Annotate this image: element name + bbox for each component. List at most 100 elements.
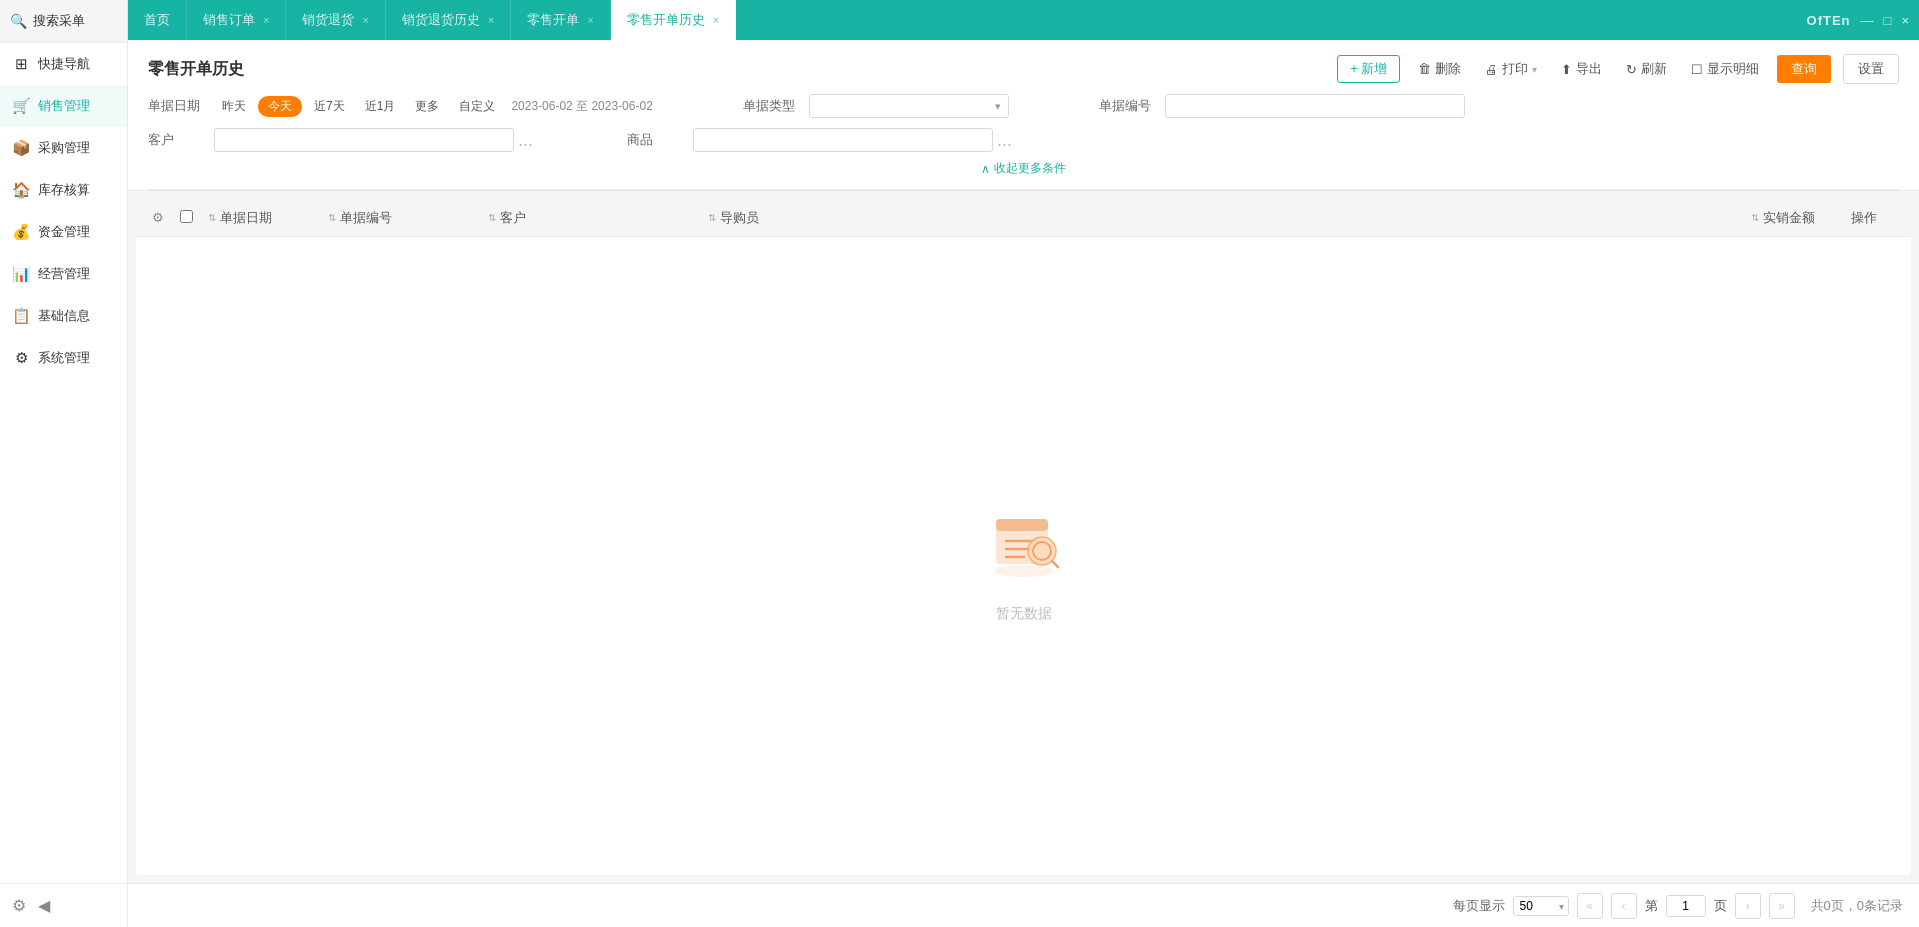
- filter-section-customer: 客户 ...: [148, 128, 537, 152]
- page-label: 页: [1714, 897, 1727, 915]
- product-select-icon[interactable]: ...: [993, 130, 1016, 151]
- window-minimize[interactable]: —: [1861, 13, 1874, 28]
- tab-retail-open[interactable]: 零售开单 ×: [511, 0, 610, 40]
- refresh-button[interactable]: ↻ 刷新: [1620, 56, 1673, 82]
- filter-section-product: 商品 ...: [627, 128, 1016, 152]
- filter-row-2: 客户 ... 商品 ...: [148, 128, 1899, 152]
- add-button[interactable]: + 新增: [1337, 55, 1400, 83]
- prev-page-btn[interactable]: ‹: [1611, 893, 1637, 919]
- customer-filter-label: 客户: [148, 131, 208, 149]
- tab-sales-return-history-close[interactable]: ×: [488, 14, 494, 26]
- col-header-num[interactable]: ⇅ 单据编号: [320, 209, 480, 227]
- svg-line-8: [1052, 561, 1058, 567]
- tab-sales-order[interactable]: 销售订单 ×: [187, 0, 286, 40]
- product-input[interactable]: [693, 128, 993, 152]
- checkbox-display-icon: ☐: [1691, 62, 1703, 77]
- inventory-icon: 🏠: [12, 181, 30, 199]
- col-client-sort-icon: ⇅: [488, 212, 496, 223]
- sidebar-item-purchase-mgmt[interactable]: 📦 采购管理: [0, 127, 127, 169]
- delete-button[interactable]: 🗑 删除: [1412, 56, 1467, 82]
- base-info-icon: 📋: [12, 307, 30, 325]
- sidebar-item-sales-mgmt[interactable]: 🛒 销售管理: [0, 85, 127, 127]
- col-date-sort-icon: ⇅: [208, 212, 216, 223]
- tab-retail-history[interactable]: 零售开单历史 ×: [611, 0, 736, 40]
- date-custom[interactable]: 自定义: [451, 96, 503, 117]
- tab-sales-order-close[interactable]: ×: [263, 14, 269, 26]
- filter-section-date: 单据日期 昨天 今天 近7天 近1月 更多 自定义 2023-06-02 至 2…: [148, 96, 653, 117]
- page-title: 零售开单历史: [148, 59, 244, 80]
- window-maximize[interactable]: □: [1884, 13, 1892, 28]
- tab-retail-history-close[interactable]: ×: [713, 14, 719, 26]
- finance-icon: 💰: [12, 223, 30, 241]
- export-button[interactable]: ⬆ 导出: [1555, 56, 1608, 82]
- sidebar-item-inventory[interactable]: 🏠 库存核算: [0, 169, 127, 211]
- window-close[interactable]: ×: [1901, 13, 1909, 28]
- sidebar-item-operations[interactable]: 📊 经营管理: [0, 253, 127, 295]
- doctype-select-wrapper: [809, 94, 1009, 118]
- table-settings-icon[interactable]: ⚙: [144, 210, 172, 225]
- date-filter-group: 昨天 今天 近7天 近1月 更多 自定义: [214, 96, 503, 117]
- date-yesterday[interactable]: 昨天: [214, 96, 254, 117]
- sidebar-item-finance[interactable]: 💰 资金管理: [0, 211, 127, 253]
- settings-footer-icon[interactable]: ⚙: [12, 896, 26, 915]
- page-input[interactable]: [1666, 895, 1706, 917]
- filter-area: 单据日期 昨天 今天 近7天 近1月 更多 自定义 2023-06-02 至 2…: [148, 94, 1899, 190]
- table-area: ⚙ ⇅ 单据日期 ⇅ 单据编号 ⇅ 客户 ⇅ 导购员: [136, 199, 1911, 875]
- collapse-filter-btn[interactable]: ∧ 收起更多条件: [148, 156, 1899, 179]
- sidebar-item-base-info[interactable]: 📋 基础信息: [0, 295, 127, 337]
- empty-text: 暂无数据: [996, 605, 1052, 623]
- display-detail-button[interactable]: ☐ 显示明细: [1685, 56, 1765, 82]
- first-page-btn[interactable]: «: [1577, 893, 1603, 919]
- product-filter-label: 商品: [627, 131, 687, 149]
- sidebar-item-label: 库存核算: [38, 181, 90, 199]
- sidebar-item-label: 基础信息: [38, 307, 90, 325]
- next-page-btn[interactable]: ›: [1735, 893, 1761, 919]
- collapse-sidebar-icon[interactable]: ◀: [38, 896, 50, 915]
- sidebar-item-label: 销售管理: [38, 97, 90, 115]
- date-last1m[interactable]: 近1月: [357, 96, 404, 117]
- docnum-filter-label: 单据编号: [1099, 97, 1159, 115]
- settings-button[interactable]: 设置: [1843, 54, 1899, 84]
- col-header-amount[interactable]: ⇅ 实销金额: [1743, 209, 1843, 227]
- sidebar-search[interactable]: 🔍 搜索采单: [0, 0, 127, 43]
- print-button[interactable]: 🖨 🖨 打印 打印 ▾: [1479, 56, 1543, 82]
- query-button[interactable]: 查询: [1777, 55, 1831, 83]
- sidebar-item-sys-mgmt[interactable]: ⚙ 系统管理: [0, 337, 127, 379]
- filter-section-docnum: 单据编号: [1099, 94, 1465, 118]
- sidebar: 🔍 搜索采单 ⊞ 快捷导航 🛒 销售管理 📦 采购管理 🏠 库存核算 💰 资金管…: [0, 0, 128, 927]
- tab-retail-open-close[interactable]: ×: [587, 14, 593, 26]
- pagination-info: 共0页，0条记录: [1811, 897, 1903, 915]
- date-range-value: 2023-06-02 至 2023-06-02: [511, 98, 652, 115]
- per-page-select[interactable]: 50 10 20 100: [1513, 896, 1569, 916]
- doctype-select[interactable]: [809, 94, 1009, 118]
- page-title-row: 零售开单历史 + 新增 🗑 删除 🖨 🖨 打印 打印 ▾ ⬆ 导出: [148, 54, 1899, 84]
- col-guide-sort-icon: ⇅: [708, 212, 716, 223]
- col-amount-sort-icon: ⇅: [1751, 212, 1759, 223]
- tab-sales-return-history[interactable]: 销货退货历史 ×: [386, 0, 511, 40]
- select-all-checkbox[interactable]: [180, 210, 193, 223]
- col-header-guide[interactable]: ⇅ 导购员: [700, 209, 820, 227]
- col-header-date[interactable]: ⇅ 单据日期: [200, 209, 320, 227]
- empty-svg-icon: [974, 489, 1074, 589]
- tab-sales-return-close[interactable]: ×: [362, 14, 368, 26]
- customer-input[interactable]: [214, 128, 514, 152]
- col-header-client[interactable]: ⇅ 客户: [480, 209, 700, 227]
- date-today[interactable]: 今天: [258, 96, 302, 117]
- sidebar-item-label: 资金管理: [38, 223, 90, 241]
- content-area: 零售开单历史 + 新增 🗑 删除 🖨 🖨 打印 打印 ▾ ⬆ 导出: [128, 40, 1919, 927]
- quick-nav-icon: ⊞: [12, 55, 30, 73]
- customer-select-icon[interactable]: ...: [514, 130, 537, 151]
- last-page-btn[interactable]: »: [1769, 893, 1795, 919]
- date-more[interactable]: 更多: [407, 96, 447, 117]
- nav-right-actions: OfTEn — □ ×: [1807, 13, 1919, 28]
- col-num-sort-icon: ⇅: [328, 212, 336, 223]
- tab-sales-return[interactable]: 销货退货 ×: [286, 0, 385, 40]
- refresh-icon: ↻: [1626, 62, 1637, 77]
- collapse-label: 收起更多条件: [994, 160, 1066, 177]
- col-header-action: 操作: [1843, 209, 1903, 227]
- date-last7[interactable]: 近7天: [306, 96, 353, 117]
- table-select-all[interactable]: [172, 210, 200, 226]
- docnum-input[interactable]: [1165, 94, 1465, 118]
- tab-home[interactable]: 首页: [128, 0, 187, 40]
- sidebar-item-quick-nav[interactable]: ⊞ 快捷导航: [0, 43, 127, 85]
